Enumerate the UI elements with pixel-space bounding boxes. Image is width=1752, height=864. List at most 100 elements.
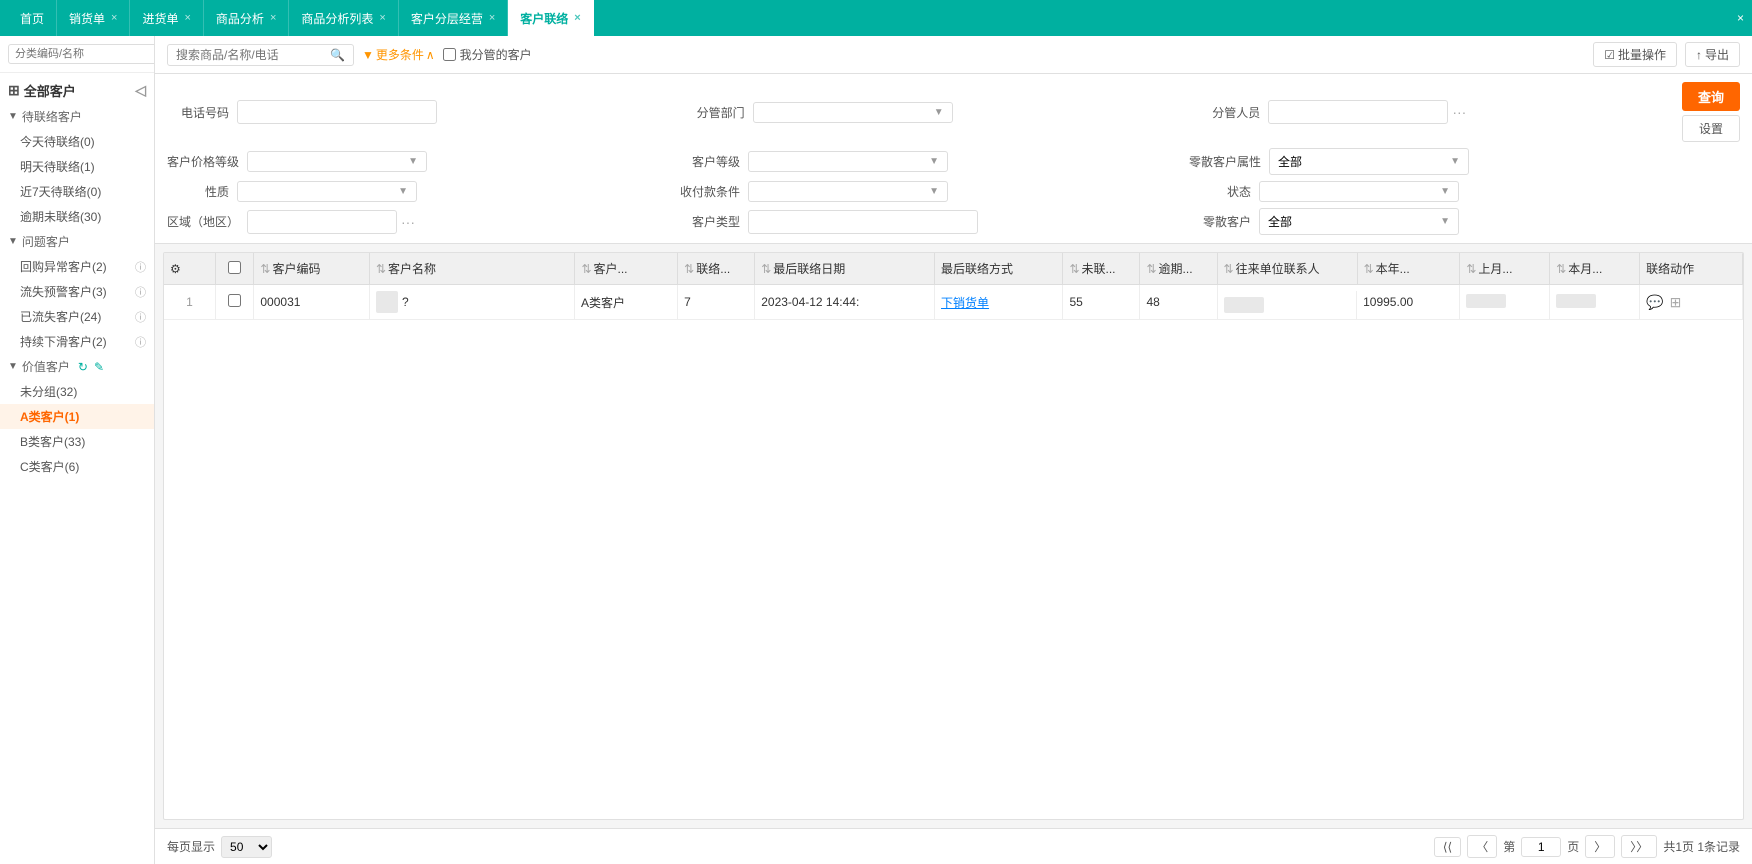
last-page-button[interactable]: 〉〉: [1621, 835, 1657, 858]
edit-value-group-icon[interactable]: ✎: [94, 360, 104, 374]
export-button[interactable]: ↑ 导出: [1685, 42, 1740, 67]
phone-field: 电话号码: [167, 100, 643, 124]
sidebar-item-class-b[interactable]: B类客户(33): [0, 429, 154, 454]
action-grid-icon-0[interactable]: ⊞: [1670, 294, 1682, 311]
top-nav: 首页 销货单 × 进货单 × 商品分析 × 商品分析列表 × 客户分层经营 × …: [0, 0, 1752, 36]
th-gear[interactable]: ⚙: [164, 253, 215, 285]
sidebar-item-today[interactable]: 今天待联络(0): [0, 129, 154, 154]
sort-icon-name: ⇅: [376, 262, 386, 276]
gear-icon[interactable]: ⚙: [170, 262, 181, 276]
sidebar-item-overdue[interactable]: 逾期未联络(30): [0, 204, 154, 229]
first-page-button[interactable]: ⟨⟨: [1434, 837, 1461, 857]
sidebar-search-bar: 🔍: [0, 36, 154, 73]
row-this-year-0: 10995.00: [1357, 285, 1460, 320]
sidebar-item-abnormal-repurchase[interactable]: 回购异常客户(2) ⓘ: [0, 254, 154, 279]
th-contact-count: ⇅ 联络...: [678, 253, 755, 285]
nature-arrow: ▼: [398, 186, 408, 197]
row-overdue-0: 48: [1140, 285, 1217, 320]
filter-row-4: 区域（地区） ··· 客户类型 零散客户 全部 ▼: [167, 208, 1740, 235]
pending-group-header[interactable]: ▼ 待联络客户: [0, 104, 154, 129]
row-checkbox-0[interactable]: [215, 285, 254, 320]
status-arrow: ▼: [1440, 186, 1450, 197]
more-filters-arrow: ∧: [426, 48, 435, 62]
filter-bar: 🔍 ▼ 更多条件 ∧ 我分管的客户 ☑ 批量操作 ↑ 导出: [155, 36, 1752, 74]
payment-select[interactable]: ▼: [748, 181, 948, 202]
region-input[interactable]: [247, 210, 397, 234]
action-chat-icon-0[interactable]: 💬: [1646, 294, 1663, 311]
my-customers-checkbox[interactable]: 我分管的客户: [443, 46, 532, 63]
phone-input[interactable]: [237, 100, 437, 124]
table-row: 1 000031 ? A类客户 7 2023-04-12 14:44: 下销货单…: [164, 285, 1743, 320]
settings-button[interactable]: 设置: [1682, 115, 1740, 142]
sidebar-item-declining[interactable]: 持续下滑客户(2) ⓘ: [0, 329, 154, 354]
sidebar-item-lost[interactable]: 已流失客户(24) ⓘ: [0, 304, 154, 329]
customer-type-input[interactable]: [748, 210, 978, 234]
th-last-contact-date: ⇅ 最后联络日期: [755, 253, 935, 285]
status-field: 状态 ▼: [1189, 181, 1660, 202]
close-customer-contact-icon[interactable]: ×: [574, 12, 580, 24]
close-sales-icon[interactable]: ×: [111, 12, 117, 24]
dept-select-arrow: ▼: [934, 107, 944, 118]
refresh-icon[interactable]: ↻: [78, 360, 88, 374]
page-size-selector: 每页显示 50 100 200: [167, 836, 272, 858]
sidebar-search-input[interactable]: [8, 44, 155, 64]
retail-attr-select[interactable]: 全部 ▼: [1269, 148, 1469, 175]
next-page-button[interactable]: 〉: [1585, 835, 1615, 858]
info-icon-2: ⓘ: [135, 309, 146, 325]
batch-operation-button[interactable]: ☑ 批量操作: [1593, 42, 1677, 67]
main-search-icon[interactable]: 🔍: [330, 48, 345, 62]
nav-product-analysis[interactable]: 商品分析 ×: [204, 0, 289, 36]
sidebar-item-class-c[interactable]: C类客户(6): [0, 454, 154, 479]
info-icon-0: ⓘ: [135, 259, 146, 275]
close-all-tabs-button[interactable]: ×: [1737, 9, 1744, 27]
sort-icon-this-year: ⇅: [1364, 262, 1374, 276]
sidebar-collapse-icon[interactable]: ◁: [135, 82, 146, 99]
close-customer-tier-icon[interactable]: ×: [489, 12, 495, 24]
retail-customer-select[interactable]: 全部 ▼: [1259, 208, 1459, 235]
customer-level-field: 客户等级 ▼: [678, 151, 1149, 172]
problem-group-header[interactable]: ▼ 问题客户: [0, 229, 154, 254]
prev-page-button[interactable]: 〈: [1467, 835, 1497, 858]
data-table: ⚙ ⇅ 客户编码 ⇅: [164, 253, 1743, 320]
nav-customer-contact[interactable]: 客户联络 ×: [508, 0, 593, 36]
row-last-contact-method-0[interactable]: 下销货单: [935, 285, 1063, 320]
close-product-analysis-icon[interactable]: ×: [270, 12, 276, 24]
sidebar-item-class-a[interactable]: A类客户(1): [0, 404, 154, 429]
staff-input[interactable]: [1268, 100, 1448, 124]
filter-actions: ☑ 批量操作 ↑ 导出: [1593, 42, 1740, 67]
nav-purchase[interactable]: 进货单 ×: [130, 0, 203, 36]
info-icon-1: ⓘ: [135, 284, 146, 300]
select-all-checkbox[interactable]: [228, 261, 241, 274]
th-select-all[interactable]: [215, 253, 254, 285]
nav-customer-tier[interactable]: 客户分层经营 ×: [399, 0, 508, 36]
main-search-input[interactable]: [176, 48, 326, 62]
customer-level-select[interactable]: ▼: [748, 151, 948, 172]
more-filters-button[interactable]: ▼ 更多条件 ∧: [362, 46, 435, 63]
close-purchase-icon[interactable]: ×: [184, 12, 190, 24]
my-customers-check[interactable]: [443, 48, 456, 61]
price-level-select[interactable]: ▼: [247, 151, 427, 172]
staff-more-icon[interactable]: ···: [1448, 104, 1470, 120]
close-product-analysis-list-icon[interactable]: ×: [379, 12, 385, 24]
nav-home[interactable]: 首页: [8, 0, 57, 36]
th-customer-code: ⇅ 客户编码: [254, 253, 370, 285]
sidebar-item-tomorrow[interactable]: 明天待联络(1): [0, 154, 154, 179]
sidebar: 🔍 ⊞ 全部客户 ◁ ▼ 待联络客户 今天待联络(0) 明天待联络(1) 近7天…: [0, 36, 155, 864]
th-last-month: ⇅ 上月...: [1460, 253, 1550, 285]
page-size-select[interactable]: 50 100 200: [221, 836, 272, 858]
nature-select[interactable]: ▼: [237, 181, 417, 202]
status-select[interactable]: ▼: [1259, 181, 1459, 202]
sidebar-item-loss-warning[interactable]: 流失预警客户(3) ⓘ: [0, 279, 154, 304]
nav-sales[interactable]: 销货单 ×: [57, 0, 130, 36]
info-icon-3: ⓘ: [135, 334, 146, 350]
nav-product-analysis-list[interactable]: 商品分析列表 ×: [289, 0, 398, 36]
region-more-icon[interactable]: ···: [397, 214, 419, 230]
row-contact-count-0: 7: [678, 285, 755, 320]
sidebar-item-ungrouped[interactable]: 未分组(32): [0, 379, 154, 404]
sidebar-item-7days[interactable]: 近7天待联络(0): [0, 179, 154, 204]
row-contact-person-0: [1218, 291, 1358, 319]
query-button[interactable]: 查询: [1682, 82, 1740, 111]
page-number-input[interactable]: [1521, 837, 1561, 857]
dept-select[interactable]: ▼: [753, 102, 953, 123]
sort-icon-uncontacted: ⇅: [1069, 262, 1079, 276]
